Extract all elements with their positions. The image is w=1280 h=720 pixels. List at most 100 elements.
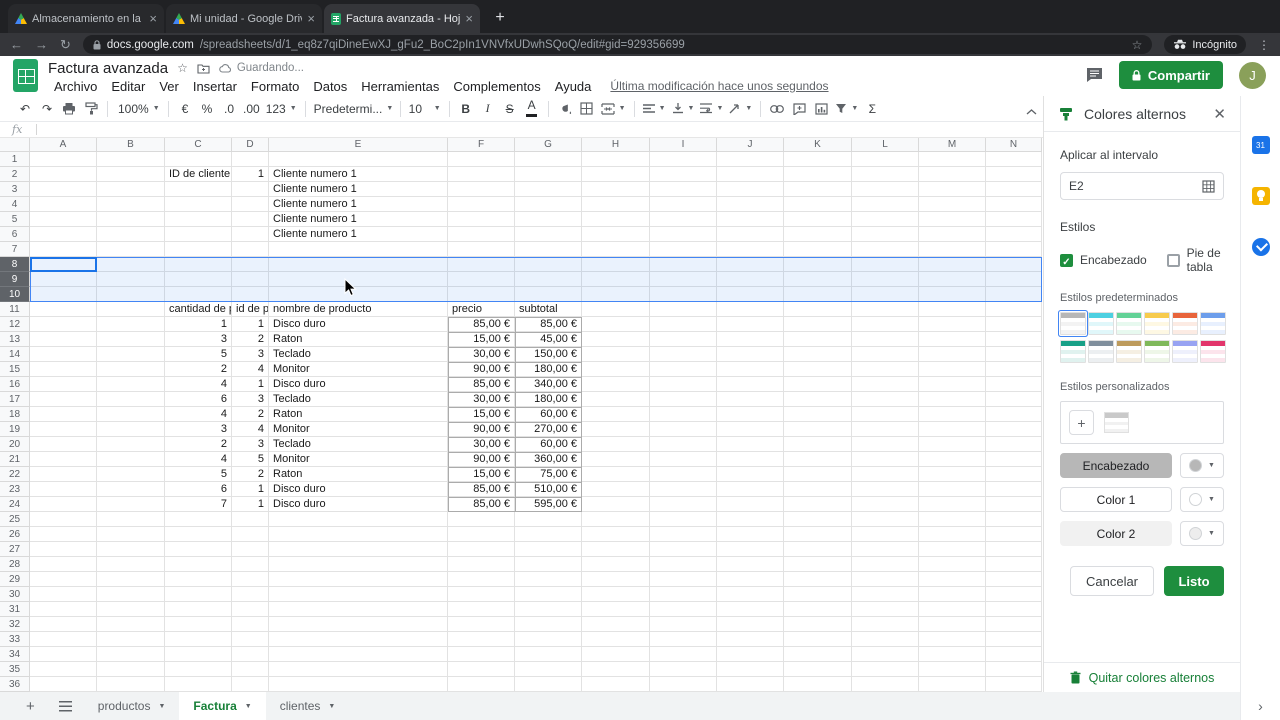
insert-comment-button[interactable] [788,98,810,120]
fill-color-button[interactable] [554,98,576,120]
cell-D11[interactable]: id de pro [232,302,268,317]
url-field[interactable]: docs.google.com/spreadsheets/d/1_eq8z7qi… [82,35,1153,54]
row-header-2[interactable]: 2 [0,167,30,182]
add-custom-style-button[interactable]: + [1069,410,1094,435]
cell-D13[interactable]: 2 [232,332,268,347]
menu-editar[interactable]: Editar [104,79,152,94]
column-header-L[interactable]: L [852,138,919,152]
cell-E18[interactable]: Raton [269,407,447,422]
sheet-tab-factura[interactable]: Factura ▼ [179,692,266,720]
cell-F13[interactable]: 15,00 € [448,332,514,347]
undo-button[interactable]: ↶ [14,98,36,120]
insert-link-button[interactable] [766,98,788,120]
decrease-decimals-button[interactable]: .0 [218,98,240,120]
cell-C19[interactable]: 3 [165,422,231,437]
cell-D21[interactable]: 5 [232,452,268,467]
cell-E24[interactable]: Disco duro [269,497,447,512]
tab-close-icon[interactable]: × [307,12,315,25]
borders-button[interactable] [576,98,598,120]
cell-G21[interactable]: 360,00 € [515,452,581,467]
row-header-23[interactable]: 23 [0,482,30,497]
cell-E17[interactable]: Teclado [269,392,447,407]
add-sheet-button[interactable]: + [26,698,35,715]
style-swatch-slate[interactable] [1088,340,1114,363]
row-header-18[interactable]: 18 [0,407,30,422]
cell-F12[interactable]: 85,00 € [448,317,514,332]
style-swatch-teal[interactable] [1060,340,1086,363]
cell-F23[interactable]: 85,00 € [448,482,514,497]
redo-button[interactable]: ↷ [36,98,58,120]
bold-button[interactable]: B [455,98,477,120]
tab-close-icon[interactable]: × [149,12,157,25]
cell-D12[interactable]: 1 [232,317,268,332]
cell-C2[interactable]: ID de cliente: [165,167,231,182]
row-header-24[interactable]: 24 [0,497,30,512]
cell-D20[interactable]: 3 [232,437,268,452]
hide-toolbar-button[interactable] [1020,101,1042,123]
cell-C24[interactable]: 7 [165,497,231,512]
font-size-select[interactable]: 10 ▼ [406,98,444,120]
row-header-10[interactable]: 10 [0,287,30,302]
star-icon[interactable]: ☆ [177,62,188,74]
cell-C20[interactable]: 2 [165,437,231,452]
functions-button[interactable]: Σ [861,98,883,120]
cell-C12[interactable]: 1 [165,317,231,332]
style-swatch-gray[interactable] [1060,312,1086,335]
zoom-select[interactable]: 100% ▼ [113,98,163,120]
cell-E13[interactable]: Raton [269,332,447,347]
row-header-9[interactable]: 9 [0,272,30,287]
formula-bar[interactable]: fx [0,122,1043,138]
column-header-A[interactable]: A [30,138,97,152]
cell-F15[interactable]: 90,00 € [448,362,514,377]
browser-tab[interactable]: Mi unidad - Google Drive × [166,4,322,33]
style-swatch-yellow[interactable] [1144,312,1170,335]
cell-C17[interactable]: 6 [165,392,231,407]
cell-E5[interactable]: Cliente numero 1 [269,212,447,227]
text-wrap-button[interactable]: ▼ [697,98,726,120]
horizontal-align-button[interactable]: ▼ [640,98,669,120]
style-swatch-tan[interactable] [1116,340,1142,363]
cancel-button[interactable]: Cancelar [1070,566,1154,596]
style-button-color-1[interactable]: Color 1 [1060,487,1172,512]
menu-archivo[interactable]: Archivo [47,79,104,94]
row-header-12[interactable]: 12 [0,317,30,332]
style-swatch-lavender[interactable] [1172,340,1198,363]
cell-G22[interactable]: 75,00 € [515,467,581,482]
sheet-tab-clientes[interactable]: clientes ▼ [266,692,350,720]
cell-C15[interactable]: 2 [165,362,231,377]
document-title[interactable]: Factura avanzada [48,60,168,77]
cell-D22[interactable]: 2 [232,467,268,482]
cell-G19[interactable]: 270,00 € [515,422,581,437]
back-icon[interactable]: ← [10,38,23,51]
menu-herramientas[interactable]: Herramientas [354,79,446,94]
row-header-35[interactable]: 35 [0,662,30,677]
style-color-picker[interactable]: ▼ [1180,453,1224,478]
menu-insertar[interactable]: Insertar [186,79,244,94]
row-header-5[interactable]: 5 [0,212,30,227]
filter-button[interactable]: ▼ [832,98,861,120]
cell-D19[interactable]: 4 [232,422,268,437]
merge-cells-button[interactable]: ▼ [598,98,629,120]
browser-tab[interactable]: Almacenamiento en la nube pa × [8,4,164,33]
column-header-M[interactable]: M [919,138,986,152]
cell-C16[interactable]: 4 [165,377,231,392]
remove-alternating-colors-button[interactable]: Quitar colores alternos [1044,662,1240,692]
row-header-19[interactable]: 19 [0,422,30,437]
menu-complementos[interactable]: Complementos [446,79,547,94]
row-header-4[interactable]: 4 [0,197,30,212]
cell-G24[interactable]: 595,00 € [515,497,581,512]
cell-C18[interactable]: 4 [165,407,231,422]
cell-G14[interactable]: 150,00 € [515,347,581,362]
checkbox-encabezado[interactable]: ✓ [1060,253,1073,268]
row-header-29[interactable]: 29 [0,572,30,587]
row-header-21[interactable]: 21 [0,452,30,467]
column-header-G[interactable]: G [515,138,582,152]
cell-D18[interactable]: 2 [232,407,268,422]
cell-C11[interactable]: cantidad de pedi [165,302,231,317]
cell-F24[interactable]: 85,00 € [448,497,514,512]
row-header-17[interactable]: 17 [0,392,30,407]
column-header-J[interactable]: J [717,138,784,152]
cell-F18[interactable]: 15,00 € [448,407,514,422]
style-swatch-cyan[interactable] [1088,312,1114,335]
style-color-picker[interactable]: ▼ [1180,521,1224,546]
